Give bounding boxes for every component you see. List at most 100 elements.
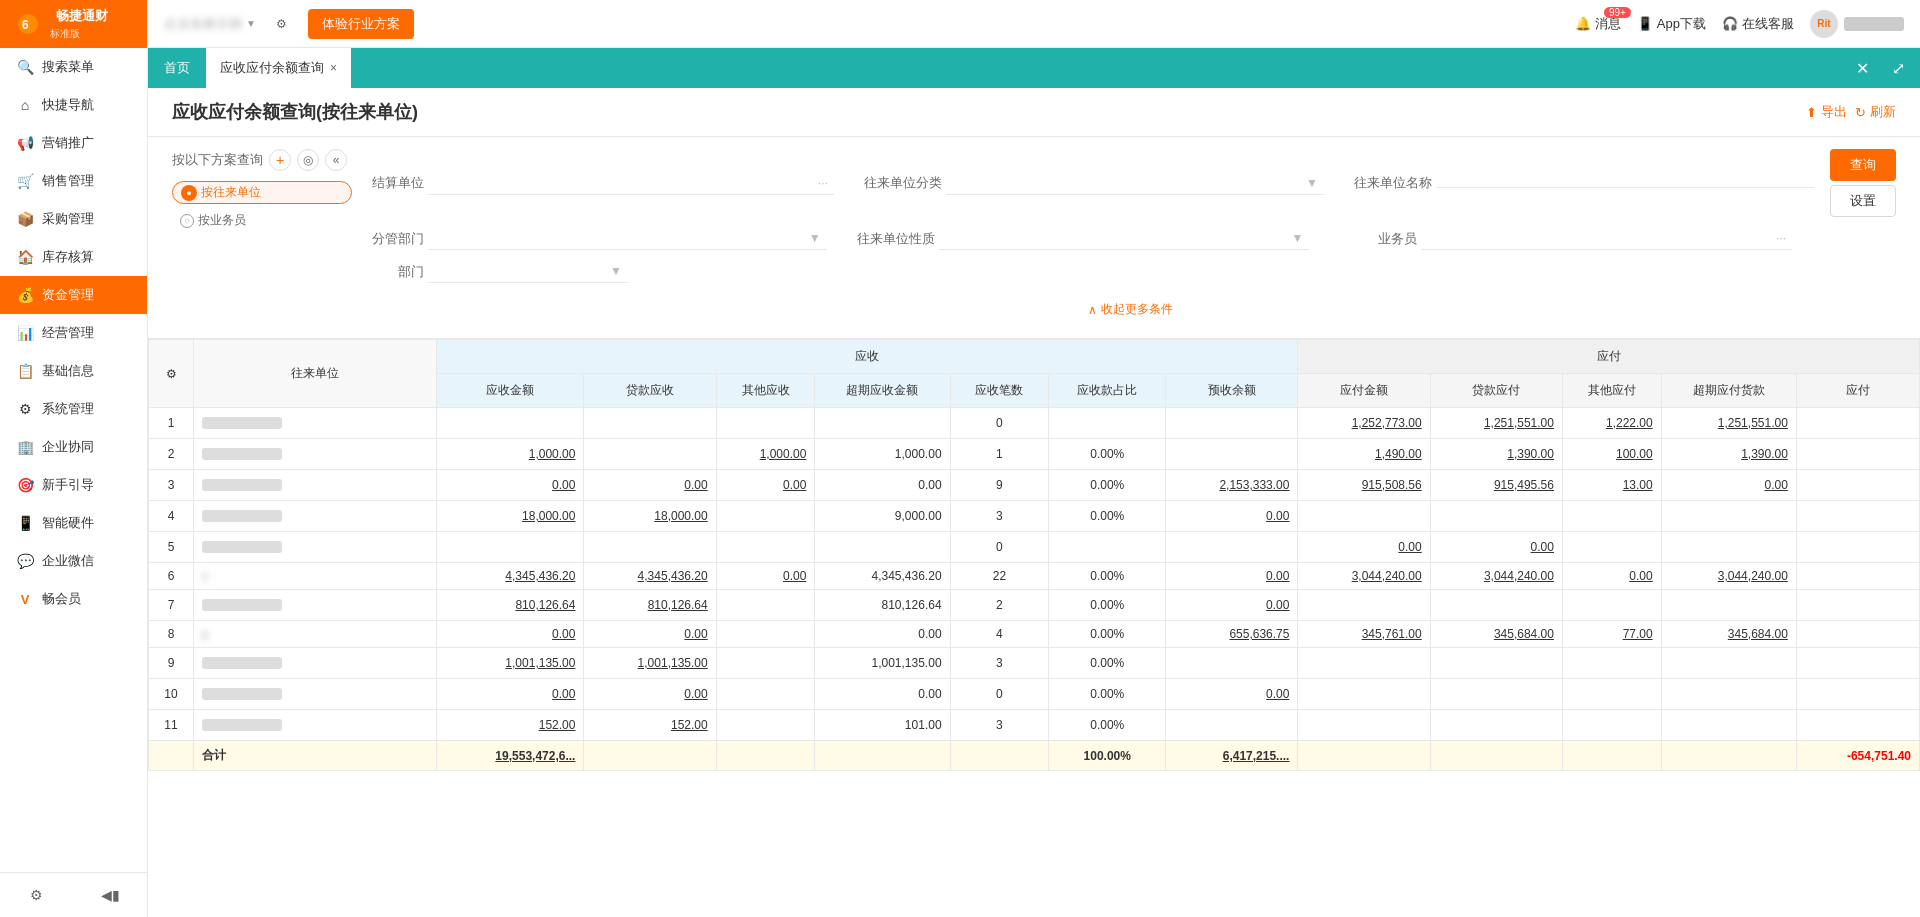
sidebar-item-system[interactable]: ⚙ 系统管理 bbox=[0, 390, 147, 428]
refresh-btn[interactable]: ↻ 刷新 bbox=[1855, 103, 1896, 121]
close-window-btn[interactable]: ✕ bbox=[1848, 54, 1876, 82]
table-cell[interactable]: 152.00 bbox=[584, 710, 716, 741]
table-cell[interactable]: 0.00 bbox=[1166, 679, 1298, 710]
sidebar-item-marketing[interactable]: 📢 营销推广 bbox=[0, 124, 147, 162]
table-cell[interactable]: 810,126.64 bbox=[584, 590, 716, 621]
table-cell[interactable]: 0.00 bbox=[1166, 501, 1298, 532]
sidebar-item-quick-nav[interactable]: ⌂ 快捷导航 bbox=[0, 86, 147, 124]
scheme-by-salesperson[interactable]: ○ 按业务员 bbox=[172, 210, 352, 231]
table-cell[interactable]: 18,000.00 bbox=[584, 501, 716, 532]
table-cell[interactable]: 1,251,551.00 bbox=[1661, 408, 1796, 439]
table-cell[interactable]: 0.00 bbox=[437, 621, 584, 648]
table-cell[interactable]: 345,761.00 bbox=[1298, 621, 1430, 648]
table-cell[interactable]: 0.00 bbox=[1430, 532, 1562, 563]
sidebar-item-wechat[interactable]: 💬 企业微信 bbox=[0, 542, 147, 580]
table-cell bbox=[1298, 501, 1430, 532]
table-cell[interactable]: 1,222.00 bbox=[1562, 408, 1661, 439]
salesperson-input[interactable]: ··· bbox=[1421, 227, 1792, 250]
table-cell[interactable]: 0.00 bbox=[584, 679, 716, 710]
partner-nature-select[interactable]: ▼ bbox=[939, 227, 1310, 250]
query-btn[interactable]: 查询 bbox=[1830, 149, 1896, 181]
filter-collapse-btn[interactable]: ∧ 收起更多条件 bbox=[1080, 293, 1181, 326]
department-select[interactable]: ▼ bbox=[428, 260, 628, 283]
table-cell[interactable]: 0.00 bbox=[584, 470, 716, 501]
table-cell[interactable]: 0.00 bbox=[1562, 563, 1661, 590]
filter-settings-btn[interactable]: 设置 bbox=[1830, 185, 1896, 217]
table-cell[interactable]: 0.00 bbox=[1298, 532, 1430, 563]
table-cell[interactable]: 13.00 bbox=[1562, 470, 1661, 501]
table-cell[interactable]: 1,251,551.00 bbox=[1430, 408, 1562, 439]
user-info[interactable]: Rit bbox=[1810, 10, 1904, 38]
table-cell[interactable]: 810,126.64 bbox=[437, 590, 584, 621]
sidebar-item-enterprise[interactable]: 🏢 企业协同 bbox=[0, 428, 147, 466]
table-cell[interactable]: 3,044,240.00 bbox=[1298, 563, 1430, 590]
trial-btn[interactable]: 体验行业方案 bbox=[308, 9, 414, 39]
sidebar-item-operations[interactable]: 📊 经营管理 bbox=[0, 314, 147, 352]
table-cell[interactable]: 4,345,436.20 bbox=[437, 563, 584, 590]
settings-bottom-icon[interactable]: ⚙ bbox=[23, 881, 51, 909]
table-cell[interactable]: 655,636.75 bbox=[1166, 621, 1298, 648]
sidebar-item-guide[interactable]: 🎯 新手引导 bbox=[0, 466, 147, 504]
tab-home[interactable]: 首页 bbox=[148, 48, 206, 88]
table-cell[interactable]: 2,153,333.00 bbox=[1166, 470, 1298, 501]
app-download-btn[interactable]: 📱 App下载 bbox=[1637, 15, 1706, 33]
collapse-sidebar-btn[interactable]: ◀▮ bbox=[96, 881, 124, 909]
table-cell[interactable]: 0.00 bbox=[437, 679, 584, 710]
table-cell[interactable]: 345,684.00 bbox=[1430, 621, 1562, 648]
tab-close-btn[interactable]: × bbox=[330, 61, 337, 75]
table-cell[interactable]: 1,490.00 bbox=[1298, 439, 1430, 470]
table-cell[interactable]: 1,000.00 bbox=[437, 439, 584, 470]
table-cell[interactable]: 0.00 bbox=[716, 563, 815, 590]
table-cell[interactable]: 152.00 bbox=[437, 710, 584, 741]
sidebar-item-basic-info[interactable]: 📋 基础信息 bbox=[0, 352, 147, 390]
table-cell: 5 bbox=[149, 532, 194, 563]
settlement-unit-input[interactable]: ··· bbox=[428, 172, 834, 195]
scheme-by-partner[interactable]: ● 按往来单位 bbox=[172, 181, 352, 204]
table-cell[interactable]: 18,000.00 bbox=[437, 501, 584, 532]
table-cell[interactable]: 915,495.56 bbox=[1430, 470, 1562, 501]
sidebar-item-search[interactable]: 🔍 搜索菜单 bbox=[0, 48, 147, 86]
table-cell[interactable]: 1,252,773.00 bbox=[1298, 408, 1430, 439]
table-cell[interactable]: 4,345,436.20 bbox=[584, 563, 716, 590]
table-cell[interactable]: 1,390.00 bbox=[1430, 439, 1562, 470]
table-cell[interactable]: 3,044,240.00 bbox=[1430, 563, 1562, 590]
table-cell[interactable]: 1,001,135.00 bbox=[584, 648, 716, 679]
partner-name-input[interactable] bbox=[1436, 179, 1814, 188]
footer-recv-advance[interactable]: 6,417,215.... bbox=[1166, 741, 1298, 771]
sidebar-item-finance[interactable]: 💰 资金管理 bbox=[0, 276, 147, 314]
filter-add-btn[interactable]: + bbox=[269, 149, 291, 171]
table-cell[interactable]: 0.00 bbox=[437, 470, 584, 501]
table-cell[interactable]: 0.00 bbox=[716, 470, 815, 501]
footer-recv-total[interactable]: 19,553,472,6... bbox=[437, 741, 584, 771]
table-cell[interactable]: 100.00 bbox=[1562, 439, 1661, 470]
dept-manager-select[interactable]: ▼ bbox=[428, 227, 827, 250]
sidebar-item-purchase[interactable]: 📦 采购管理 bbox=[0, 200, 147, 238]
online-service-btn[interactable]: 🎧 在线客服 bbox=[1722, 15, 1794, 33]
table-cell[interactable]: 915,508.56 bbox=[1298, 470, 1430, 501]
sidebar-item-inventory[interactable]: 🏠 库存核算 bbox=[0, 238, 147, 276]
maximize-btn[interactable]: ⤢ bbox=[1884, 54, 1912, 82]
table-cell[interactable]: 0.00 bbox=[584, 621, 716, 648]
sidebar-item-smart-hw[interactable]: 📱 智能硬件 bbox=[0, 504, 147, 542]
table-cell[interactable]: 1,001,135.00 bbox=[437, 648, 584, 679]
notice-btn[interactable]: 🔔 消息 99+ bbox=[1575, 15, 1621, 33]
sidebar-item-member[interactable]: V 畅会员 bbox=[0, 580, 147, 618]
table-cell[interactable]: 3,044,240.00 bbox=[1661, 563, 1796, 590]
filter-collapse-scheme-btn[interactable]: « bbox=[325, 149, 347, 171]
topbar-gear-btn[interactable]: ⚙ bbox=[268, 10, 296, 38]
col-settings-btn[interactable]: ⚙ bbox=[157, 360, 185, 388]
page-actions: ⬆ 导出 ↻ 刷新 bbox=[1806, 103, 1896, 121]
filter-scheme-settings-btn[interactable]: ◎ bbox=[297, 149, 319, 171]
company-selector[interactable]: 企业名称示例 ▼ bbox=[164, 15, 256, 33]
table-cell[interactable]: 1,000.00 bbox=[716, 439, 815, 470]
table-cell[interactable]: 0.00 bbox=[1166, 590, 1298, 621]
tab-active[interactable]: 应收应付余额查询 × bbox=[206, 48, 351, 88]
partner-category-select[interactable]: ▼ bbox=[946, 172, 1324, 195]
export-btn[interactable]: ⬆ 导出 bbox=[1806, 103, 1847, 121]
table-cell[interactable]: 1,390.00 bbox=[1661, 439, 1796, 470]
table-cell[interactable]: 77.00 bbox=[1562, 621, 1661, 648]
table-cell[interactable]: 0.00 bbox=[1661, 470, 1796, 501]
table-cell[interactable]: 0.00 bbox=[1166, 563, 1298, 590]
table-cell[interactable]: 345,684.00 bbox=[1661, 621, 1796, 648]
sidebar-item-sales[interactable]: 🛒 销售管理 bbox=[0, 162, 147, 200]
